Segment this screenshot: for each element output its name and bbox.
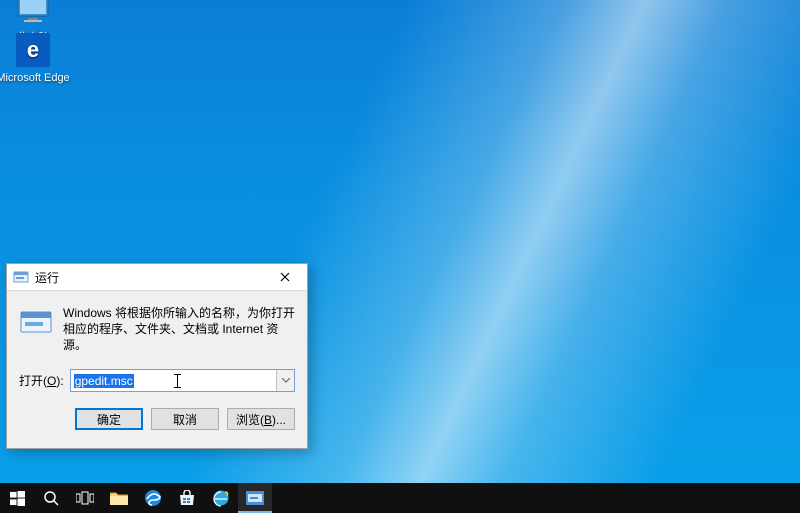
run-description: Windows 将根据你所输入的名称，为你打开相应的程序、文件夹、文档或 Int…	[63, 305, 295, 353]
windows-icon	[10, 491, 25, 506]
edge-icon: e	[13, 30, 53, 70]
desktop-icon-label: Microsoft Edge	[0, 72, 70, 85]
open-input[interactable]: gpedit.msc	[71, 370, 276, 391]
edge-icon	[144, 489, 162, 507]
this-pc-icon	[13, 0, 53, 30]
close-button[interactable]	[265, 264, 305, 290]
ie-icon	[212, 489, 230, 507]
text-cursor-icon	[174, 374, 181, 388]
search-button[interactable]	[34, 483, 68, 513]
folder-icon	[110, 491, 128, 505]
run-dialog: 运行 Windows 将根据你所输入的名称，为你打开相应的程序、文件夹、文档或 …	[6, 263, 308, 449]
cancel-button[interactable]: 取消	[151, 408, 219, 430]
run-titlebar[interactable]: 运行	[7, 264, 307, 291]
open-label: 打开(O):	[19, 372, 64, 389]
run-icon	[19, 305, 53, 339]
desktop-icon-edge[interactable]: e Microsoft Edge	[0, 30, 70, 85]
run-icon	[246, 491, 264, 505]
taskbar-store[interactable]	[170, 483, 204, 513]
search-icon	[43, 490, 59, 506]
start-button[interactable]	[0, 483, 34, 513]
taskbar	[0, 483, 800, 513]
task-view-button[interactable]	[68, 483, 102, 513]
chevron-down-icon[interactable]	[276, 370, 294, 391]
open-combobox[interactable]: gpedit.msc	[70, 369, 295, 392]
browse-button[interactable]: 浏览(B)...	[227, 408, 295, 430]
taskbar-ie[interactable]	[204, 483, 238, 513]
task-view-icon	[76, 491, 94, 505]
taskbar-edge[interactable]	[136, 483, 170, 513]
run-icon	[13, 269, 29, 285]
taskbar-run[interactable]	[238, 483, 272, 513]
desktop-wallpaper[interactable]: 此电脑 e Microsoft Edge 运行	[0, 0, 800, 483]
taskbar-file-explorer[interactable]	[102, 483, 136, 513]
store-icon	[178, 490, 196, 506]
run-title: 运行	[35, 269, 265, 286]
ok-button[interactable]: 确定	[75, 408, 143, 430]
